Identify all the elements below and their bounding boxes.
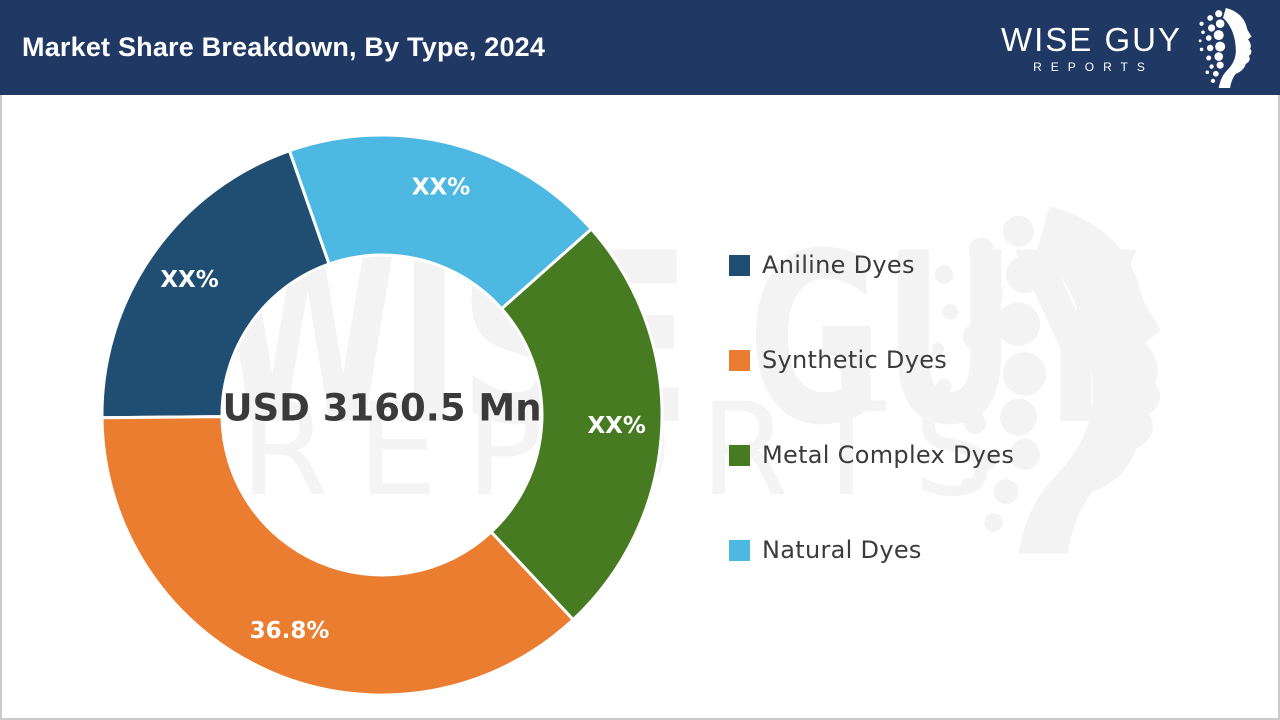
legend-label: Aniline Dyes	[762, 251, 915, 279]
wiseguy-logo: WISE GUY REPORTS	[1001, 7, 1260, 88]
slice-label: XX%	[587, 413, 646, 439]
legend-label: Metal Complex Dyes	[762, 441, 1015, 469]
chart-legend: Aniline Dyes Synthetic Dyes Metal Comple…	[729, 251, 1014, 564]
donut-slice-synthetic-dyes	[100, 415, 575, 697]
wiseguy-face-icon	[1198, 7, 1252, 88]
logo-subtitle: REPORTS	[1033, 59, 1154, 74]
donut-center-value: USD 3160.5 Mn	[222, 386, 542, 430]
slice-label: XX%	[412, 175, 471, 201]
wiseguy-logo-text: WISE GUY REPORTS	[1001, 23, 1182, 73]
chart-canvas: WISE GUY REPORTS XX%36.8%XX%XX% USD 3160…	[0, 95, 1280, 720]
legend-item-metal-complex-dyes: Metal Complex Dyes	[729, 441, 1014, 469]
report-image: Market Share Breakdown, By Type, 2024 WI…	[0, 0, 1280, 720]
slice-label: 36.8%	[250, 618, 330, 644]
legend-swatch-natural-dyes	[729, 539, 750, 561]
page-title: Market Share Breakdown, By Type, 2024	[22, 32, 546, 62]
legend-label: Natural Dyes	[762, 536, 922, 564]
legend-item-natural-dyes: Natural Dyes	[729, 536, 1014, 564]
legend-swatch-metal-complex-dyes	[729, 444, 750, 466]
legend-item-synthetic-dyes: Synthetic Dyes	[729, 346, 1014, 374]
legend-item-aniline-dyes: Aniline Dyes	[729, 251, 1014, 279]
header-bar: Market Share Breakdown, By Type, 2024 WI…	[0, 0, 1280, 95]
legend-label: Synthetic Dyes	[762, 346, 948, 374]
slice-label: XX%	[160, 267, 219, 293]
logo-wordmark: WISE GUY	[1000, 20, 1182, 58]
legend-swatch-aniline-dyes	[729, 254, 750, 276]
legend-swatch-synthetic-dyes	[729, 349, 750, 371]
